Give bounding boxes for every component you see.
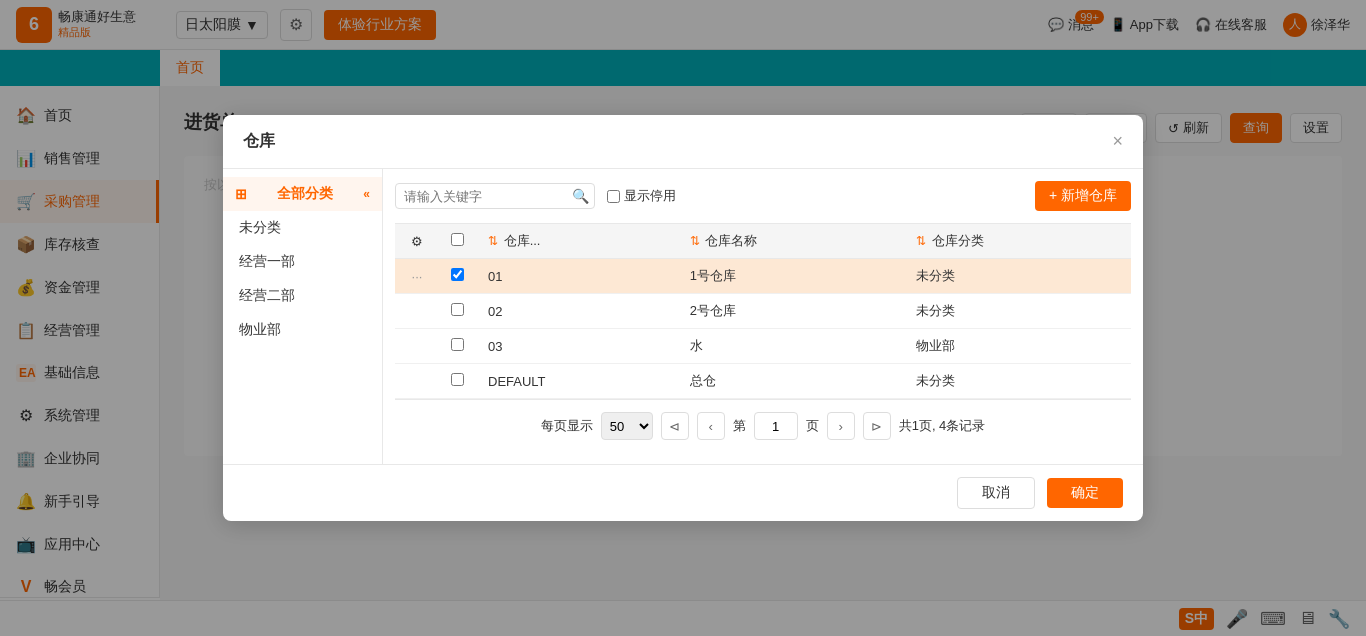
search-box: 🔍 — [395, 183, 595, 209]
table-row[interactable]: DEFAULT 总仓 未分类 — [395, 364, 1131, 399]
sort-name-icon: ⇅ — [690, 234, 700, 248]
row-no: DEFAULT — [476, 364, 678, 399]
row-actions: ··· — [395, 259, 439, 294]
search-input[interactable] — [404, 189, 572, 204]
modal-body: ⊞ 全部分类 « 未分类 经营一部 经营二部 物业部 — [223, 169, 1143, 464]
th-gear: ⚙ — [395, 224, 439, 259]
th-code-label: 仓库... — [504, 233, 541, 248]
row-no: 02 — [476, 294, 678, 329]
category-item-property[interactable]: 物业部 — [223, 313, 382, 347]
modal-overlay[interactable]: 仓库 × ⊞ 全部分类 « 未分类 经营一部 经营二部 — [0, 0, 1366, 636]
th-category-label: 仓库分类 — [932, 233, 984, 248]
row-no: 03 — [476, 329, 678, 364]
table-row[interactable]: 02 2号仓库 未分类 — [395, 294, 1131, 329]
gear-th-icon[interactable]: ⚙ — [411, 234, 423, 249]
grid-icon: ⊞ — [235, 186, 247, 202]
warehouse-table: ⚙ ⇅ 仓库... ⇅ 仓库名称 — [395, 223, 1131, 399]
show-disabled-text: 显示停用 — [624, 187, 676, 205]
row-actions — [395, 329, 439, 364]
th-name-label: 仓库名称 — [705, 233, 757, 248]
cancel-button[interactable]: 取消 — [957, 477, 1035, 509]
warehouse-modal: 仓库 × ⊞ 全部分类 « 未分类 经营一部 经营二部 — [223, 115, 1143, 521]
th-name: ⇅ 仓库名称 — [678, 224, 905, 259]
row-checkbox-cell[interactable] — [439, 364, 476, 399]
all-categories-item[interactable]: ⊞ 全部分类 « — [223, 177, 382, 211]
modal-header: 仓库 × — [223, 115, 1143, 169]
row-checkbox-cell[interactable] — [439, 329, 476, 364]
page-prefix-label: 第 — [733, 417, 746, 435]
all-categories-label: 全部分类 — [277, 185, 333, 203]
row-actions — [395, 294, 439, 329]
show-disabled-checkbox[interactable] — [607, 190, 620, 203]
per-page-label: 每页显示 — [541, 417, 593, 435]
pagination: 每页显示 50 100 ⊲ ‹ 第 页 › ⊳ 共1页, 4条记录 — [395, 399, 1131, 452]
row-category: 未分类 — [904, 364, 1131, 399]
modal-close-button[interactable]: × — [1112, 131, 1123, 152]
table-toolbar: 🔍 显示停用 + 新增仓库 — [395, 181, 1131, 211]
table-body: ··· 01 1号仓库 未分类 02 2号仓库 未分类 03 水 物业部 DEF… — [395, 259, 1131, 399]
row-checkbox[interactable] — [451, 303, 464, 316]
row-name: 水 — [678, 329, 905, 364]
row-no: 01 — [476, 259, 678, 294]
row-category: 未分类 — [904, 259, 1131, 294]
sort-cat-icon: ⇅ — [916, 234, 926, 248]
th-code: ⇅ 仓库... — [476, 224, 678, 259]
last-page-button[interactable]: ⊳ — [863, 412, 891, 440]
next-page-button[interactable]: › — [827, 412, 855, 440]
row-checkbox-cell[interactable] — [439, 294, 476, 329]
category-label-2: 经营二部 — [239, 287, 295, 303]
modal-title: 仓库 — [243, 131, 275, 152]
table-row[interactable]: ··· 01 1号仓库 未分类 — [395, 259, 1131, 294]
total-label: 共1页, 4条记录 — [899, 417, 986, 435]
page-suffix-label: 页 — [806, 417, 819, 435]
search-icon[interactable]: 🔍 — [572, 188, 589, 204]
select-all-checkbox[interactable] — [451, 233, 464, 246]
row-name: 1号仓库 — [678, 259, 905, 294]
row-category: 物业部 — [904, 329, 1131, 364]
category-item-dept1[interactable]: 经营一部 — [223, 245, 382, 279]
category-item-unclassified[interactable]: 未分类 — [223, 211, 382, 245]
th-check — [439, 224, 476, 259]
first-page-button[interactable]: ⊲ — [661, 412, 689, 440]
new-warehouse-button[interactable]: + 新增仓库 — [1035, 181, 1131, 211]
category-label-3: 物业部 — [239, 321, 281, 337]
confirm-button[interactable]: 确定 — [1047, 478, 1123, 508]
row-name: 总仓 — [678, 364, 905, 399]
sort-code-icon: ⇅ — [488, 234, 498, 248]
row-category: 未分类 — [904, 294, 1131, 329]
modal-footer: 取消 确定 — [223, 464, 1143, 521]
per-page-select[interactable]: 50 100 — [601, 412, 653, 440]
category-sidebar: ⊞ 全部分类 « 未分类 经营一部 经营二部 物业部 — [223, 169, 383, 464]
category-label-0: 未分类 — [239, 219, 281, 235]
row-checkbox[interactable] — [451, 268, 464, 281]
category-label-1: 经营一部 — [239, 253, 295, 269]
category-item-dept2[interactable]: 经营二部 — [223, 279, 382, 313]
collapse-icon[interactable]: « — [363, 187, 370, 201]
th-category: ⇅ 仓库分类 — [904, 224, 1131, 259]
row-checkbox-cell[interactable] — [439, 259, 476, 294]
row-name: 2号仓库 — [678, 294, 905, 329]
row-checkbox[interactable] — [451, 338, 464, 351]
table-header-row: ⚙ ⇅ 仓库... ⇅ 仓库名称 — [395, 224, 1131, 259]
row-checkbox[interactable] — [451, 373, 464, 386]
table-row[interactable]: 03 水 物业部 — [395, 329, 1131, 364]
table-area: 🔍 显示停用 + 新增仓库 ⚙ — [383, 169, 1143, 464]
page-input[interactable] — [754, 412, 798, 440]
show-disabled-label[interactable]: 显示停用 — [607, 187, 676, 205]
prev-page-button[interactable]: ‹ — [697, 412, 725, 440]
row-actions — [395, 364, 439, 399]
